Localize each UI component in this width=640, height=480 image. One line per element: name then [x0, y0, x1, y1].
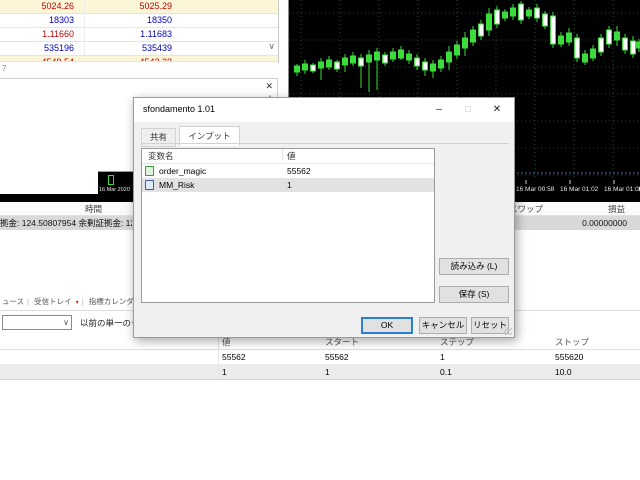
column-profit[interactable]: 損益 — [580, 203, 625, 215]
symbol-tab-strip: 7 — [0, 62, 278, 79]
bid-value: 18303 — [48, 15, 74, 25]
balance-text: 拠金: 124.50807954 余剰証拠金: 124.508079 — [0, 218, 132, 228]
table-row[interactable]: 55562 55562 1 555620 — [0, 350, 640, 365]
column-divider — [84, 0, 85, 13]
variable-name: MM_Risk — [159, 180, 195, 190]
bid-value: 535196 — [43, 43, 74, 53]
tab-inbox[interactable]: 受信トレイ — [34, 297, 72, 306]
ask-value: 5025.29 — [139, 1, 172, 11]
dialog-tab-strip: 共有 インプット — [141, 126, 241, 147]
column-divider — [84, 28, 85, 41]
time-axis-label: 16 Mar 00:58 — [516, 186, 555, 193]
ask-value: 535439 — [141, 43, 172, 53]
quote-row[interactable]: 5024.26 5025.29 — [0, 0, 278, 14]
chart-date-label: 16 Mar 2020 — [99, 187, 130, 193]
dialog-titlebar[interactable]: sfondamento 1.01 – □ ✕ — [134, 98, 514, 123]
cell-start: 1 — [325, 367, 330, 377]
column-time[interactable]: 時間 — [0, 203, 102, 215]
variable-value[interactable]: 1 — [287, 178, 292, 192]
double-type-icon — [145, 180, 154, 190]
profit-value: 0.00000000 — [582, 218, 627, 228]
clipped-text-stub: 7 — [2, 64, 7, 73]
table-row[interactable]: 1 1 0.1 10.0 — [0, 365, 640, 380]
tab-common[interactable]: 共有 — [141, 128, 177, 147]
scroll-down-icon[interactable]: ∨ — [268, 42, 275, 51]
cell-stop: 555620 — [555, 352, 584, 362]
close-icon[interactable]: ✕ — [484, 98, 510, 121]
time-axis-label: 16 Mar 01:06 — [604, 186, 640, 193]
ea-inputs-dialog: sfondamento 1.01 – □ ✕ 共有 インプット 変数名 値 or… — [133, 97, 515, 338]
header-stop[interactable]: ストップ — [555, 335, 589, 349]
bid-value: 1.11660 — [42, 29, 74, 39]
ask-value: 1.11683 — [140, 29, 172, 39]
header-value[interactable]: 値 — [287, 149, 296, 163]
list-header-row: 変数名 値 — [142, 149, 434, 164]
ask-value: 18350 — [146, 15, 172, 25]
resize-grip[interactable] — [504, 327, 512, 335]
tab-separator: | — [81, 297, 84, 306]
cell-stop: 10.0 — [555, 367, 572, 377]
input-row-mm-risk[interactable]: MM_Risk 1 — [142, 178, 434, 192]
minimize-icon[interactable]: – — [426, 98, 452, 121]
column-divider — [218, 365, 219, 379]
header-variable-name[interactable]: 変数名 — [148, 149, 174, 163]
quote-row[interactable]: 535196 535439 — [0, 42, 278, 56]
input-row-order-magic[interactable]: order_magic 55562 — [142, 164, 434, 178]
quote-row[interactable]: 18303 18350 — [0, 14, 278, 28]
dialog-title: sfondamento 1.01 — [143, 104, 216, 114]
cancel-button[interactable]: キャンセル — [419, 317, 467, 334]
column-divider — [84, 42, 85, 55]
variable-name: order_magic — [159, 166, 207, 176]
variable-value[interactable]: 55562 — [287, 164, 311, 178]
inputs-list: 変数名 値 order_magic 55562 MM_Risk 1 — [141, 148, 435, 303]
divider — [0, 379, 640, 380]
background-chart-window[interactable]: 16 Mar 2020 — [98, 171, 133, 202]
cell-step: 0.1 — [440, 367, 452, 377]
market-watch-panel: 5024.26 5025.29 18303 18350 1.11660 1.11… — [0, 0, 279, 63]
quote-row[interactable]: 1.11660 1.11683 — [0, 28, 278, 42]
divider — [141, 143, 509, 144]
cell-start: 55562 — [325, 352, 349, 362]
time-axis-label: 16 Mar 01:02 — [560, 186, 599, 193]
load-button[interactable]: 読み込み (L) — [439, 258, 509, 275]
cell-value: 55562 — [222, 352, 246, 362]
cell-value: 1 — [222, 367, 227, 377]
ea-selector-dropdown[interactable]: ∨ — [2, 315, 72, 330]
integer-type-icon — [145, 166, 154, 176]
tester-parameters-table: 値 スタート ステップ ストップ 55562 55562 1 555620 1 … — [0, 335, 640, 380]
notification-icon: ▾ — [75, 300, 79, 306]
chart-edge — [0, 194, 98, 202]
cell-step: 1 — [440, 352, 445, 362]
column-divider — [218, 350, 219, 364]
close-icon[interactable]: ✕ — [265, 81, 273, 92]
bid-value: 5024.26 — [41, 1, 74, 11]
ok-button[interactable]: OK — [361, 317, 413, 334]
save-button[interactable]: 保存 (S) — [439, 286, 509, 303]
chevron-down-icon: ∨ — [63, 318, 69, 327]
tab-news[interactable]: ュース — [2, 297, 24, 306]
tab-separator: | — [27, 297, 30, 306]
column-divider — [84, 14, 85, 27]
maximize-icon: □ — [464, 104, 472, 115]
mt-terminal-window: 5024.26 5025.29 18303 18350 1.11660 1.11… — [0, 0, 640, 480]
candle-icon — [108, 175, 114, 185]
